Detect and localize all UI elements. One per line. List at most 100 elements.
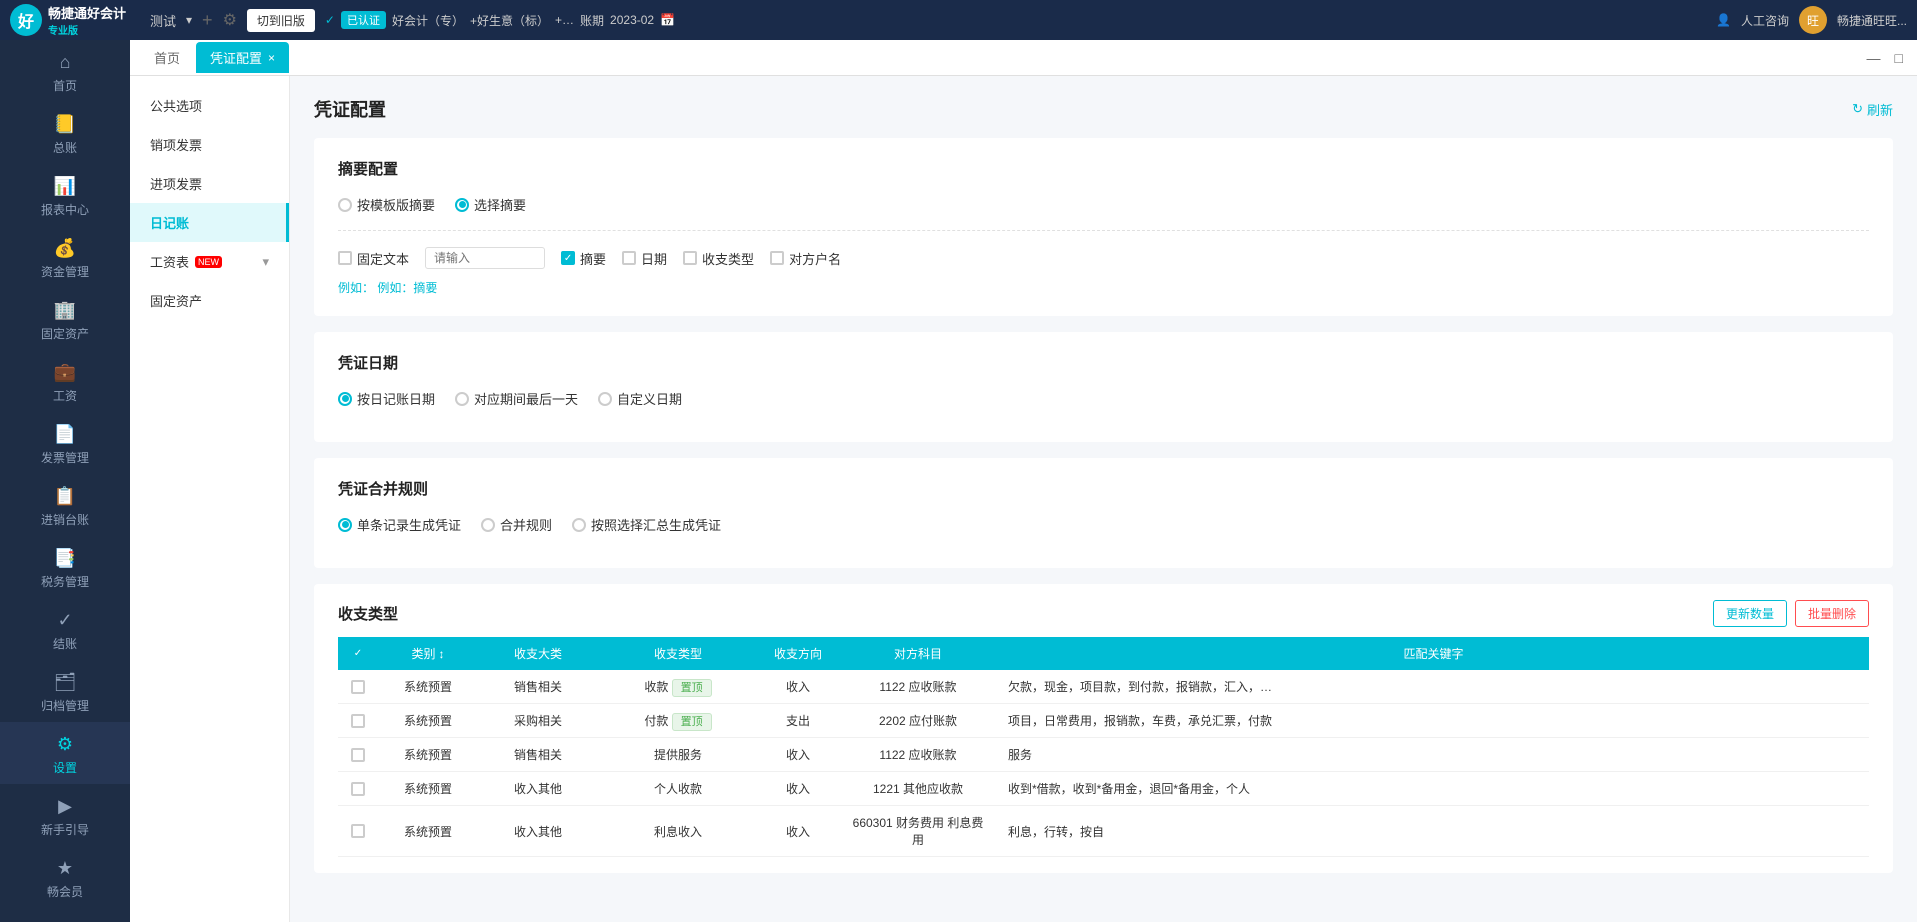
config-menu-sales-invoice[interactable]: 销项发票 <box>130 125 289 164</box>
avatar[interactable]: 旺 <box>1799 6 1827 34</box>
config-menu-payroll[interactable]: 工资表 NEW ▾ <box>130 242 289 281</box>
checkbox-fixed-text-box <box>338 251 352 265</box>
checkbox-date[interactable]: 日期 <box>622 249 667 268</box>
sidebar-item-member[interactable]: ★ 畅会员 <box>0 846 130 908</box>
select-all-checkbox[interactable]: ✓ <box>351 647 365 661</box>
row5-checkbox[interactable] <box>351 824 365 838</box>
row3-checkbox[interactable] <box>351 748 365 762</box>
sidebar-item-sales[interactable]: 📋 进销台账 <box>0 474 130 536</box>
checkbox-counterpart[interactable]: 对方户名 <box>770 249 841 268</box>
row5-type-text: 利息收入 <box>654 825 702 839</box>
config-menu-public[interactable]: 公共选项 <box>130 86 289 125</box>
radio-merge-circle <box>481 518 495 532</box>
settings-icon[interactable]: ⚙ <box>223 10 237 30</box>
row1-keyword: 欠款，现金，项目款，到付款，报销款，汇入，… <box>998 670 1869 704</box>
sidebar-label-ledger: 总账 <box>53 139 77 156</box>
row1-tag-reset[interactable]: 置顶 <box>672 679 712 697</box>
sidebar-item-home[interactable]: ⌂ 首页 <box>0 40 130 102</box>
radio-template-label: 按模板版摘要 <box>357 195 435 214</box>
sidebar-label-salary: 工资 <box>53 387 77 404</box>
update-btn[interactable]: 更新数量 <box>1713 600 1787 627</box>
settings-sidebar-icon: ⚙ <box>57 734 73 755</box>
th-check[interactable]: ✓ <box>338 637 378 670</box>
logo-icon: 好 <box>10 4 42 36</box>
table-row: 系统预置 收入其他 利息收入 收入 660301 财务费用 利息费用 利息，行转… <box>338 806 1869 857</box>
sidebar-item-guide[interactable]: ▶ 新手引导 <box>0 784 130 846</box>
voucher-date-section: 凭证日期 按日记账日期 对应期间最后一天 自定义日期 <box>314 332 1893 442</box>
expand-icon[interactable]: ▾ <box>262 254 269 270</box>
sidebar-item-funds[interactable]: 💰 资金管理 <box>0 226 130 288</box>
checkbox-date-label: 日期 <box>641 249 667 268</box>
calendar-icon[interactable]: 📅 <box>660 13 675 27</box>
settlement-icon: ✓ <box>57 610 72 631</box>
sidebar-item-settlement[interactable]: ✓ 结账 <box>0 598 130 660</box>
sidebar-item-tax[interactable]: 📑 税务管理 <box>0 536 130 598</box>
config-menu-journal-label: 日记账 <box>150 213 189 232</box>
row4-checkbox[interactable] <box>351 782 365 796</box>
radio-select[interactable]: 选择摘要 <box>455 195 526 214</box>
voucher-date-radio-group: 按日记账日期 对应期间最后一天 自定义日期 <box>338 389 1869 408</box>
row4-account: 1221 其他应收款 <box>838 772 998 806</box>
checkbox-fixed-text-label: 固定文本 <box>357 249 409 268</box>
checkbox-type[interactable]: 收支类型 <box>683 249 754 268</box>
radio-template[interactable]: 按模板版摘要 <box>338 195 435 214</box>
tab-label: 凭证配置 <box>210 48 262 67</box>
row2-account: 2202 应付账款 <box>838 704 998 738</box>
company-dropdown[interactable]: ▾ <box>186 13 192 27</box>
merge-rules-radio-group: 单条记录生成凭证 合并规则 按照选择汇总生成凭证 <box>338 515 1869 534</box>
add-icon[interactable]: + <box>202 10 213 31</box>
tab-home[interactable]: 首页 <box>140 42 194 73</box>
radio-merge[interactable]: 合并规则 <box>481 515 552 534</box>
row5-check[interactable] <box>338 806 378 857</box>
row4-check[interactable] <box>338 772 378 806</box>
th-category-sort: 类别 ↕ <box>388 645 468 662</box>
help-icon: 👤 <box>1716 13 1731 27</box>
assets-icon: 🏢 <box>54 300 76 321</box>
merge-rules-section: 凭证合并规则 单条记录生成凭证 合并规则 按照选择汇总生成凭证 <box>314 458 1893 568</box>
sidebar-item-assets[interactable]: 🏢 固定资产 <box>0 288 130 350</box>
row2-checkbox[interactable] <box>351 714 365 728</box>
sort-icon[interactable]: ↕ <box>439 647 445 661</box>
batch-delete-btn[interactable]: 批量删除 <box>1795 600 1869 627</box>
config-menu-fixed-assets-label: 固定资产 <box>150 291 202 310</box>
row1-check[interactable] <box>338 670 378 704</box>
sidebar-item-settings[interactable]: ⚙ 设置 <box>0 722 130 784</box>
status-area: ✓ 已认证 好会计（专） +好生意（标） +… 账期 2023-02 📅 <box>325 11 675 29</box>
switch-btn[interactable]: 切到旧版 <box>247 9 315 32</box>
checkbox-summary[interactable]: ✓ 摘要 <box>561 249 606 268</box>
refresh-icon: ↻ <box>1852 101 1863 117</box>
sidebar-label-sales: 进销台账 <box>41 511 89 528</box>
radio-journal-date[interactable]: 按日记账日期 <box>338 389 435 408</box>
help-text[interactable]: 人工咨询 <box>1741 12 1789 29</box>
example-prefix: 例如： <box>338 281 374 295</box>
radio-select-summary[interactable]: 按照选择汇总生成凭证 <box>572 515 721 534</box>
config-menu-fixed-assets[interactable]: 固定资产 <box>130 281 289 320</box>
config-menu-journal[interactable]: 日记账 <box>130 203 289 242</box>
fixed-text-input[interactable] <box>425 247 545 269</box>
row3-check[interactable] <box>338 738 378 772</box>
row2-check[interactable] <box>338 704 378 738</box>
radio-single[interactable]: 单条记录生成凭证 <box>338 515 461 534</box>
tab-close-icon[interactable]: × <box>268 51 275 65</box>
maximize-btn[interactable]: □ <box>1891 48 1907 68</box>
tab-voucher-config[interactable]: 凭证配置 × <box>196 42 289 73</box>
refresh-btn[interactable]: ↻ 刷新 <box>1852 100 1893 119</box>
radio-period-last[interactable]: 对应期间最后一天 <box>455 389 578 408</box>
sidebar-label-reports: 报表中心 <box>41 201 89 218</box>
row1-checkbox[interactable] <box>351 680 365 694</box>
summary-config-section: 摘要配置 按模板版摘要 选择摘要 <box>314 138 1893 316</box>
sidebar-item-ledger[interactable]: 📒 总账 <box>0 102 130 164</box>
row4-big-type: 收入其他 <box>478 772 598 806</box>
sidebar-item-reports[interactable]: 📊 报表中心 <box>0 164 130 226</box>
config-menu-purchase-invoice[interactable]: 进项发票 <box>130 164 289 203</box>
merge-rules-title: 凭证合并规则 <box>338 478 1869 499</box>
checkbox-fixed-text[interactable]: 固定文本 <box>338 249 409 268</box>
radio-custom-date[interactable]: 自定义日期 <box>598 389 682 408</box>
row5-category: 系统预置 <box>378 806 478 857</box>
sidebar-item-archive[interactable]: 🗂 归档管理 <box>0 660 130 722</box>
minimize-btn[interactable]: — <box>1863 48 1885 68</box>
sidebar-item-salary[interactable]: 💼 工资 <box>0 350 130 412</box>
sidebar-item-invoice-mgmt[interactable]: 📄 发票管理 <box>0 412 130 474</box>
checkbox-type-label: 收支类型 <box>702 249 754 268</box>
row2-tag-reset[interactable]: 置顶 <box>672 713 712 731</box>
